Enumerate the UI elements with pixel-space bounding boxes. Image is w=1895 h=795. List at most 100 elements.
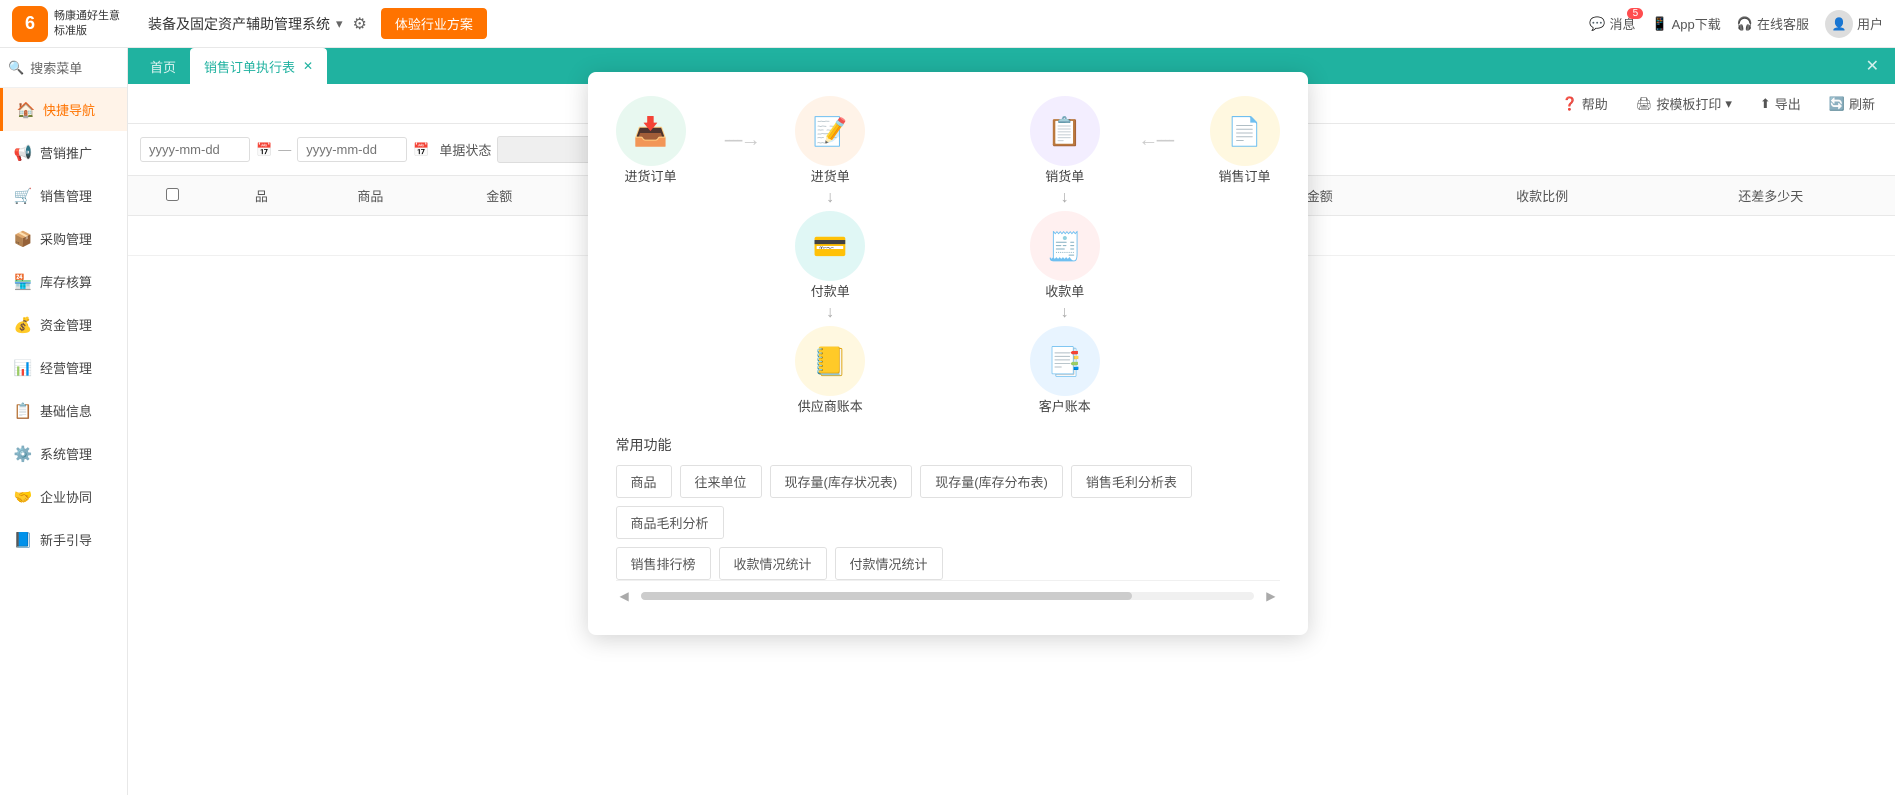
tab-bar-close-icon[interactable]: ✕ xyxy=(1858,56,1887,76)
flow-node-purchase-receipt: 📝 进货单 xyxy=(795,96,865,185)
common-functions-title: 常用功能 xyxy=(616,435,1280,455)
scroll-right-arrow[interactable]: ▶ xyxy=(1262,589,1279,603)
help-button[interactable]: ❓ 帮助 xyxy=(1554,90,1616,117)
search-icon: 🔍 xyxy=(8,60,24,76)
sidebar-item-cooperation[interactable]: 🤝 企业协同 xyxy=(0,475,127,518)
receipt-slip-label: 收款单 xyxy=(1045,281,1084,300)
purchase-order-icon: 📥 xyxy=(616,96,686,166)
arrow-down-sales: ↓ xyxy=(1030,189,1100,207)
flow-node-payment-slip: 💳 付款单 xyxy=(795,211,865,300)
sidebar-search[interactable]: 🔍 搜索菜单 xyxy=(0,48,127,88)
finance-icon: 💰 xyxy=(14,316,32,334)
sidebar-item-marketing[interactable]: 📢 营销推广 xyxy=(0,131,127,174)
common-buttons-row1: 商品 往来单位 现存量(库存状况表) 现存量(库存分布表) 销售毛利分析表 商品… xyxy=(616,465,1280,539)
sidebar: 🔍 搜索菜单 🏠 快捷导航 📢 营销推广 🛒 销售管理 📦 xyxy=(0,48,128,795)
sidebar-item-guide[interactable]: 📘 新手引导 xyxy=(0,518,127,561)
payment-slip-icon: 💳 xyxy=(795,211,865,281)
common-btn-receipt-stats[interactable]: 收款情况统计 xyxy=(719,547,827,580)
customer-ledger-icon: 📑 xyxy=(1030,326,1100,396)
sidebar-item-purchase[interactable]: 📦 采购管理 xyxy=(0,217,127,260)
arrow-down-purchase: ↓ xyxy=(795,189,865,207)
date-from-input[interactable] xyxy=(140,137,250,162)
scroll-track xyxy=(641,592,1255,600)
arrow-down-receipt: ↓ xyxy=(1030,304,1100,322)
scroll-thumb xyxy=(641,592,1132,600)
template-print-button[interactable]: 🖨 按模板打印 ▾ xyxy=(1628,90,1740,117)
arrow-left-1: ← - - - - xyxy=(1100,129,1210,152)
common-btn-stock-dist[interactable]: 现存量(库存分布表) xyxy=(920,465,1063,498)
system-title-area: 装备及固定资产辅助管理系统 ▾ ⚙ xyxy=(148,14,367,34)
inventory-icon: 🏪 xyxy=(14,273,32,291)
supplier-ledger-icon: 📒 xyxy=(795,326,865,396)
col-receipt-ratio: 收款比例 xyxy=(1438,176,1647,216)
tab-sales-order-exec[interactable]: 销售订单执行表 ✕ xyxy=(190,48,327,84)
experience-button[interactable]: 体验行业方案 xyxy=(381,8,487,39)
message-badge: 5 xyxy=(1627,8,1643,19)
col-amount: 金额 xyxy=(435,176,564,216)
common-btn-sales-ranking[interactable]: 销售排行榜 xyxy=(616,547,711,580)
receipt-slip-icon: 🧾 xyxy=(1030,211,1100,281)
sidebar-item-finance[interactable]: 💰 资金管理 xyxy=(0,303,127,346)
purchase-icon: 📦 xyxy=(14,230,32,248)
sidebar-item-sales[interactable]: 🛒 销售管理 xyxy=(0,174,127,217)
sales-order-label: 销售订单 xyxy=(1219,166,1271,185)
message-button[interactable]: 💬 消息 5 xyxy=(1589,14,1635,33)
cooperation-icon: 🤝 xyxy=(14,488,32,506)
supplier-ledger-label: 供应商账本 xyxy=(798,396,863,415)
export-icon: ⬆ xyxy=(1760,96,1771,112)
flow-node-sales-order: 📄 销售订单 xyxy=(1210,96,1280,185)
flow-node-sales-invoice: 📋 销货单 xyxy=(1030,96,1100,185)
customer-ledger-label: 客户账本 xyxy=(1039,396,1091,415)
flow-node-customer-ledger: 📑 客户账本 xyxy=(1030,326,1100,415)
common-btn-sales-profit-analysis[interactable]: 销售毛利分析表 xyxy=(1071,465,1192,498)
sidebar-item-quick-nav[interactable]: 🏠 快捷导航 xyxy=(0,88,127,131)
date-range-field: 📅 — 📅 xyxy=(140,137,429,162)
common-btn-payment-stats[interactable]: 付款情况统计 xyxy=(835,547,943,580)
calendar-icon-from[interactable]: 📅 xyxy=(256,142,272,158)
arrow-down-payment: ↓ xyxy=(795,304,865,322)
col-days-left: 还差多少天 xyxy=(1646,176,1895,216)
sidebar-item-inventory[interactable]: 🏪 库存核算 xyxy=(0,260,127,303)
tab-home[interactable]: 首页 xyxy=(136,48,190,84)
settings-icon[interactable]: ⚙ xyxy=(353,14,367,34)
guide-icon: 📘 xyxy=(14,531,32,549)
refresh-button[interactable]: 🔄 刷新 xyxy=(1821,90,1883,117)
date-to-input[interactable] xyxy=(297,137,407,162)
top-bar: 6 畅康通好生意 标准版 装备及固定资产辅助管理系统 ▾ ⚙ 体验行业方案 💬 … xyxy=(0,0,1895,48)
avatar: 👤 xyxy=(1825,10,1853,38)
common-btn-stock-status[interactable]: 现存量(库存状况表) xyxy=(770,465,913,498)
sidebar-item-operation[interactable]: 📊 经营管理 xyxy=(0,346,127,389)
status-label: 单据状态 xyxy=(439,140,491,159)
common-btn-goods[interactable]: 商品 xyxy=(616,465,672,498)
user-menu[interactable]: 👤 用户 xyxy=(1825,10,1883,38)
sales-invoice-label: 销货单 xyxy=(1045,166,1084,185)
dialog-content: 📥 进货订单 - - - - → 📝 进货单 📋 销货单 ← - xyxy=(588,72,1308,635)
logo-icon: 6 xyxy=(12,6,48,42)
sidebar-item-system[interactable]: ⚙️ 系统管理 xyxy=(0,432,127,475)
tab-close-icon[interactable]: ✕ xyxy=(303,59,313,73)
calendar-icon-to[interactable]: 📅 xyxy=(413,142,429,158)
home-icon: 🏠 xyxy=(17,101,35,119)
arrow-right-1: - - - - → xyxy=(686,129,796,152)
system-icon: ⚙️ xyxy=(14,445,32,463)
common-buttons-row2: 销售排行榜 收款情况统计 付款情况统计 xyxy=(616,547,1280,580)
app-download-button[interactable]: 📱 App下载 xyxy=(1651,14,1720,33)
print-dropdown-icon: ▾ xyxy=(1725,96,1732,112)
system-title: 装备及固定资产辅助管理系统 xyxy=(148,14,330,34)
select-all-checkbox[interactable] xyxy=(166,188,179,201)
sidebar-item-basic-info[interactable]: 📋 基础信息 xyxy=(0,389,127,432)
flow-node-supplier-ledger: 📒 供应商账本 xyxy=(795,326,865,415)
common-btn-partner[interactable]: 往来单位 xyxy=(680,465,762,498)
online-service-button[interactable]: 🎧 在线客服 xyxy=(1737,14,1809,33)
col-goods: 商品 xyxy=(306,176,435,216)
dialog-scrollbar: ◀ ▶ xyxy=(616,580,1280,611)
purchase-order-label: 进货订单 xyxy=(624,166,676,185)
payment-slip-label: 付款单 xyxy=(811,281,850,300)
dropdown-icon[interactable]: ▾ xyxy=(336,16,343,32)
common-btn-goods-profit[interactable]: 商品毛利分析 xyxy=(616,506,724,539)
marketing-icon: 📢 xyxy=(14,144,32,162)
flow-node-receipt-slip: 🧾 收款单 xyxy=(1030,211,1100,300)
operation-icon: 📊 xyxy=(14,359,32,377)
export-button[interactable]: ⬆ 导出 xyxy=(1752,90,1809,117)
scroll-left-arrow[interactable]: ◀ xyxy=(616,589,633,603)
